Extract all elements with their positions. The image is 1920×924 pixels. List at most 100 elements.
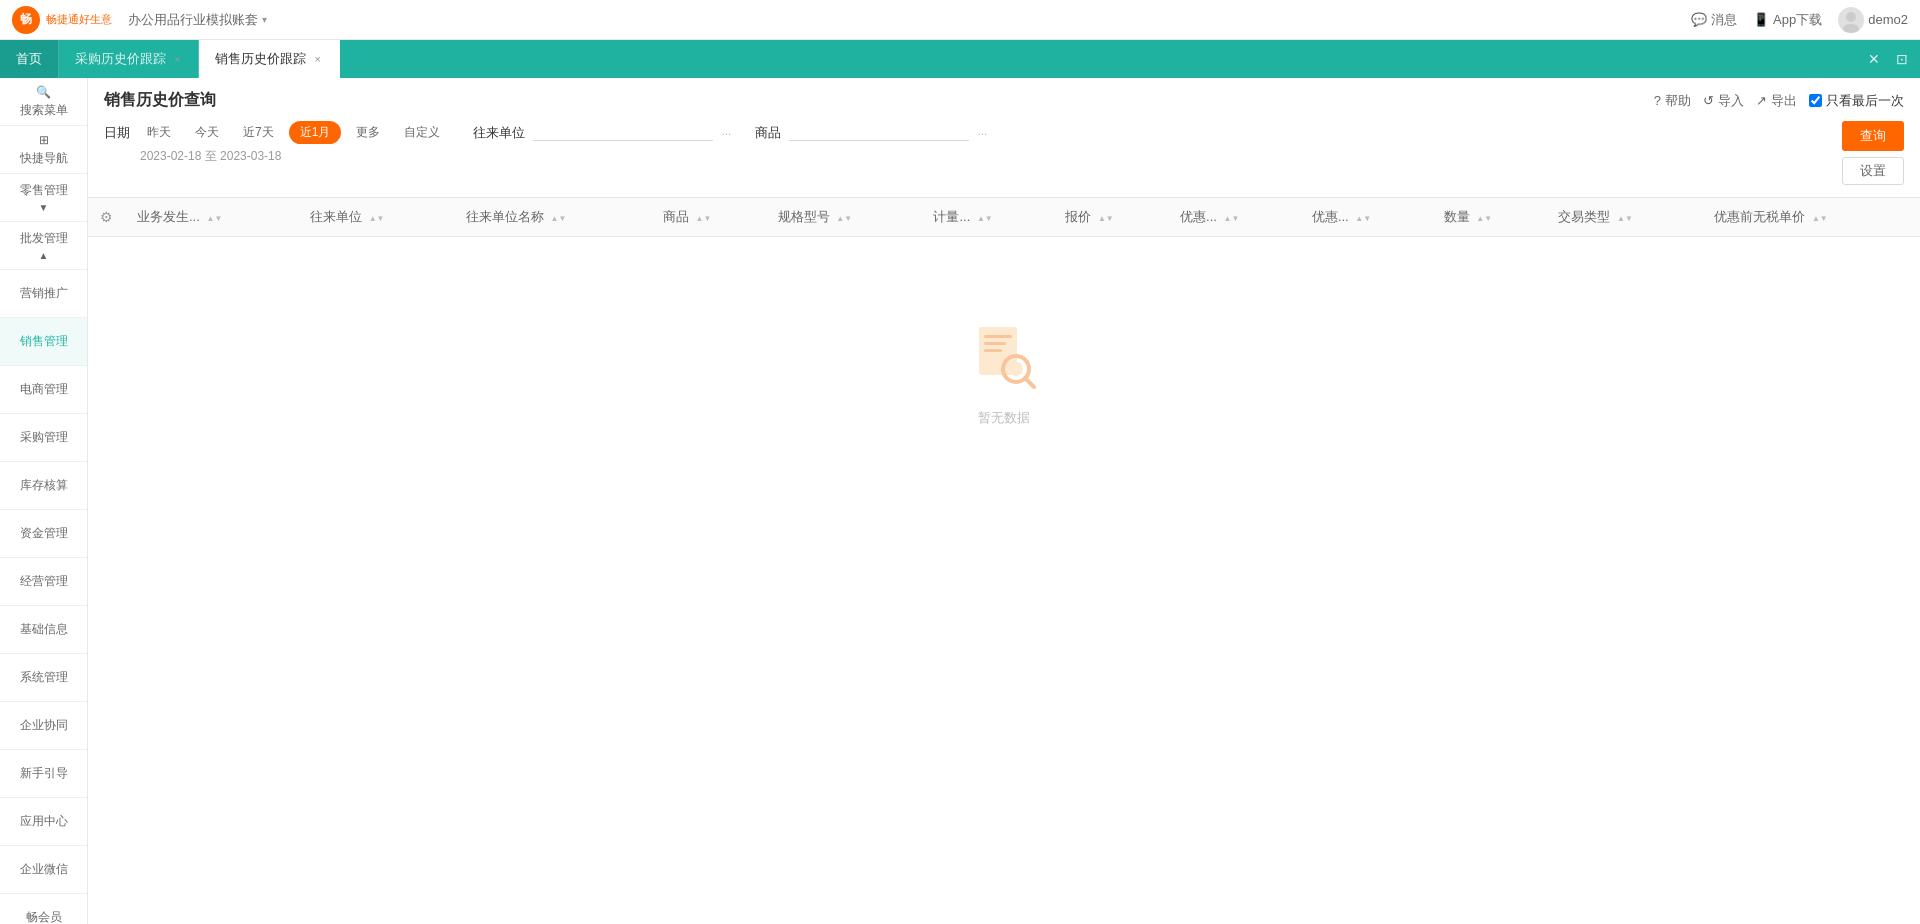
tab-sales-label: 销售历史价跟踪 bbox=[215, 50, 306, 68]
column-quote[interactable]: 报价 ▲▼ bbox=[1053, 198, 1168, 237]
tab-actions: ✕ ⊡ bbox=[1864, 47, 1920, 71]
column-discount1[interactable]: 优惠... ▲▼ bbox=[1168, 198, 1300, 237]
restore-window-button[interactable]: ⊡ bbox=[1892, 47, 1912, 71]
tab-purchase-label: 采购历史价跟踪 bbox=[75, 50, 166, 68]
sidebar-item-operations[interactable]: 经营管理 bbox=[0, 558, 87, 606]
column-partner-code[interactable]: 往来单位 ▲▼ bbox=[298, 198, 454, 237]
user-name: demo2 bbox=[1868, 12, 1908, 27]
sort-arrows-spec: ▲▼ bbox=[836, 215, 852, 223]
import-button[interactable]: ↺ 导入 bbox=[1703, 92, 1744, 110]
column-spec[interactable]: 规格型号 ▲▼ bbox=[766, 198, 922, 237]
date-more-button[interactable]: 更多 bbox=[347, 121, 389, 144]
close-tab-button[interactable]: ✕ bbox=[1864, 47, 1884, 71]
export-button[interactable]: ↗ 导出 bbox=[1756, 92, 1797, 110]
sidebar-item-app-center[interactable]: 应用中心 bbox=[0, 798, 87, 846]
sidebar-item-quick-nav[interactable]: ⊞ 快捷导航 bbox=[0, 126, 87, 174]
tab-home[interactable]: 首页 bbox=[0, 40, 59, 78]
sidebar-item-wechat[interactable]: 企业微信 bbox=[0, 846, 87, 894]
product-picker-button[interactable]: ... bbox=[977, 124, 987, 138]
column-pre-tax-price[interactable]: 优惠前无税单价 ▲▼ bbox=[1702, 198, 1920, 237]
data-table: ⚙ 业务发生... ▲▼ 往来单位 ▲▼ 往来单位名称 ▲▼ bbox=[88, 198, 1920, 237]
tab-sales-history[interactable]: 销售历史价跟踪 × bbox=[199, 40, 339, 78]
table-container: ⚙ 业务发生... ▲▼ 往来单位 ▲▼ 往来单位名称 ▲▼ bbox=[88, 198, 1920, 924]
nav-icon: ⊞ bbox=[39, 133, 49, 147]
filter-area: 日期 昨天 今天 近7天 近1月 更多 自定义 2023-02-18 至 202… bbox=[104, 121, 1904, 197]
sidebar-item-sales-mgmt[interactable]: 销售管理 bbox=[0, 318, 87, 366]
svg-line-7 bbox=[1025, 378, 1034, 387]
query-button[interactable]: 查询 bbox=[1842, 121, 1904, 151]
help-button[interactable]: ? 帮助 bbox=[1654, 92, 1691, 110]
tab-sales-close[interactable]: × bbox=[312, 51, 322, 67]
sort-arrows-pre-tax-price: ▲▼ bbox=[1812, 215, 1828, 223]
date-filter-label: 日期 bbox=[104, 124, 130, 142]
sidebar-item-marketing[interactable]: 营销推广 bbox=[0, 270, 87, 318]
sort-arrows-unit: ▲▼ bbox=[977, 215, 993, 223]
date-last1month-button[interactable]: 近1月 bbox=[289, 121, 342, 144]
svg-point-8 bbox=[1009, 362, 1023, 376]
gear-icon[interactable]: ⚙ bbox=[100, 209, 113, 225]
column-unit[interactable]: 计量... ▲▼ bbox=[921, 198, 1053, 237]
column-partner-name[interactable]: 往来单位名称 ▲▼ bbox=[454, 198, 651, 237]
product-filter-group: 商品 ... bbox=[755, 121, 987, 142]
sidebar-item-guide[interactable]: 新手引导 bbox=[0, 750, 87, 798]
only-last-toggle[interactable]: 只看最后一次 bbox=[1809, 92, 1904, 110]
date-custom-button[interactable]: 自定义 bbox=[395, 121, 449, 144]
sidebar-item-finance[interactable]: 资金管理 bbox=[0, 510, 87, 558]
svg-point-0 bbox=[1846, 12, 1856, 22]
partner-filter-group: 往来单位 ... bbox=[473, 121, 731, 142]
sort-arrows-quote: ▲▼ bbox=[1098, 215, 1114, 223]
chevron-down-icon: ▼ bbox=[39, 202, 49, 213]
chevron-down-icon: ▾ bbox=[262, 14, 267, 25]
partner-picker-button[interactable]: ... bbox=[721, 124, 731, 138]
partner-input[interactable] bbox=[533, 121, 713, 141]
sidebar-item-wholesale[interactable]: 批发管理 ▲ bbox=[0, 222, 87, 270]
only-last-checkbox-input[interactable] bbox=[1809, 94, 1822, 107]
query-button-area: 查询 设置 bbox=[1842, 121, 1904, 185]
sidebar-item-inventory[interactable]: 库存核算 bbox=[0, 462, 87, 510]
column-discount2[interactable]: 优惠... ▲▼ bbox=[1300, 198, 1432, 237]
content-area: 销售历史价查询 ? 帮助 ↺ 导入 ↗ 导出 bbox=[88, 78, 1920, 924]
date-last7days-button[interactable]: 近7天 bbox=[234, 121, 283, 144]
message-button[interactable]: 💬 消息 bbox=[1691, 11, 1737, 29]
column-quantity[interactable]: 数量 ▲▼ bbox=[1432, 198, 1547, 237]
product-input[interactable] bbox=[789, 121, 969, 141]
sort-arrows-biz-date: ▲▼ bbox=[206, 215, 222, 223]
column-product[interactable]: 商品 ▲▼ bbox=[651, 198, 766, 237]
date-options: 昨天 今天 近7天 近1月 更多 自定义 2023-02-18 至 2023-0… bbox=[138, 121, 449, 165]
tab-home-label: 首页 bbox=[16, 50, 42, 68]
app-selector[interactable]: 办公用品行业模拟账套 ▾ bbox=[120, 11, 275, 29]
download-icon: 📱 bbox=[1753, 12, 1769, 27]
tab-purchase-history[interactable]: 采购历史价跟踪 × bbox=[59, 40, 199, 78]
sidebar-item-ecommerce[interactable]: 电商管理 bbox=[0, 366, 87, 414]
sidebar-item-enterprise[interactable]: 企业协同 bbox=[0, 702, 87, 750]
sidebar-item-search[interactable]: 🔍 搜索菜单 bbox=[0, 78, 87, 126]
logo-icon: 畅 bbox=[12, 6, 40, 34]
app-download-button[interactable]: 📱 App下载 bbox=[1753, 11, 1822, 29]
product-input-group: ... bbox=[789, 121, 987, 141]
search-icon: 🔍 bbox=[36, 85, 51, 99]
avatar bbox=[1838, 7, 1864, 33]
settings-button[interactable]: 设置 bbox=[1842, 157, 1904, 185]
date-today-button[interactable]: 今天 bbox=[186, 121, 228, 144]
sidebar: 🔍 搜索菜单 ⊞ 快捷导航 零售管理 ▼ 批发管理 ▲ 营销推广 销售管理 电商… bbox=[0, 78, 88, 924]
page-actions: ? 帮助 ↺ 导入 ↗ 导出 只看最后一次 bbox=[1654, 92, 1904, 110]
sidebar-item-member[interactable]: 畅会员 bbox=[0, 894, 87, 924]
date-yesterday-button[interactable]: 昨天 bbox=[138, 121, 180, 144]
column-trade-type[interactable]: 交易类型 ▲▼ bbox=[1546, 198, 1702, 237]
user-menu-button[interactable]: demo2 bbox=[1838, 7, 1908, 33]
column-gear[interactable]: ⚙ bbox=[88, 198, 125, 237]
top-header: 畅 畅捷通好生意 办公用品行业模拟账套 ▾ 💬 消息 📱 App下载 demo2 bbox=[0, 0, 1920, 40]
sidebar-item-basic-info[interactable]: 基础信息 bbox=[0, 606, 87, 654]
header-right: 💬 消息 📱 App下载 demo2 bbox=[1691, 7, 1908, 33]
chevron-up-icon: ▲ bbox=[39, 250, 49, 261]
sidebar-item-retail[interactable]: 零售管理 ▼ bbox=[0, 174, 87, 222]
sort-arrows-quantity: ▲▼ bbox=[1476, 215, 1492, 223]
sort-arrows-discount2: ▲▼ bbox=[1355, 215, 1371, 223]
sidebar-item-purchase[interactable]: 采购管理 bbox=[0, 414, 87, 462]
date-filter-group: 日期 昨天 今天 近7天 近1月 更多 自定义 2023-02-18 至 202… bbox=[104, 121, 449, 165]
tab-purchase-close[interactable]: × bbox=[172, 51, 182, 67]
sidebar-item-system[interactable]: 系统管理 bbox=[0, 654, 87, 702]
message-icon: 💬 bbox=[1691, 12, 1707, 27]
column-biz-date[interactable]: 业务发生... ▲▼ bbox=[125, 198, 298, 237]
export-icon: ↗ bbox=[1756, 93, 1767, 108]
